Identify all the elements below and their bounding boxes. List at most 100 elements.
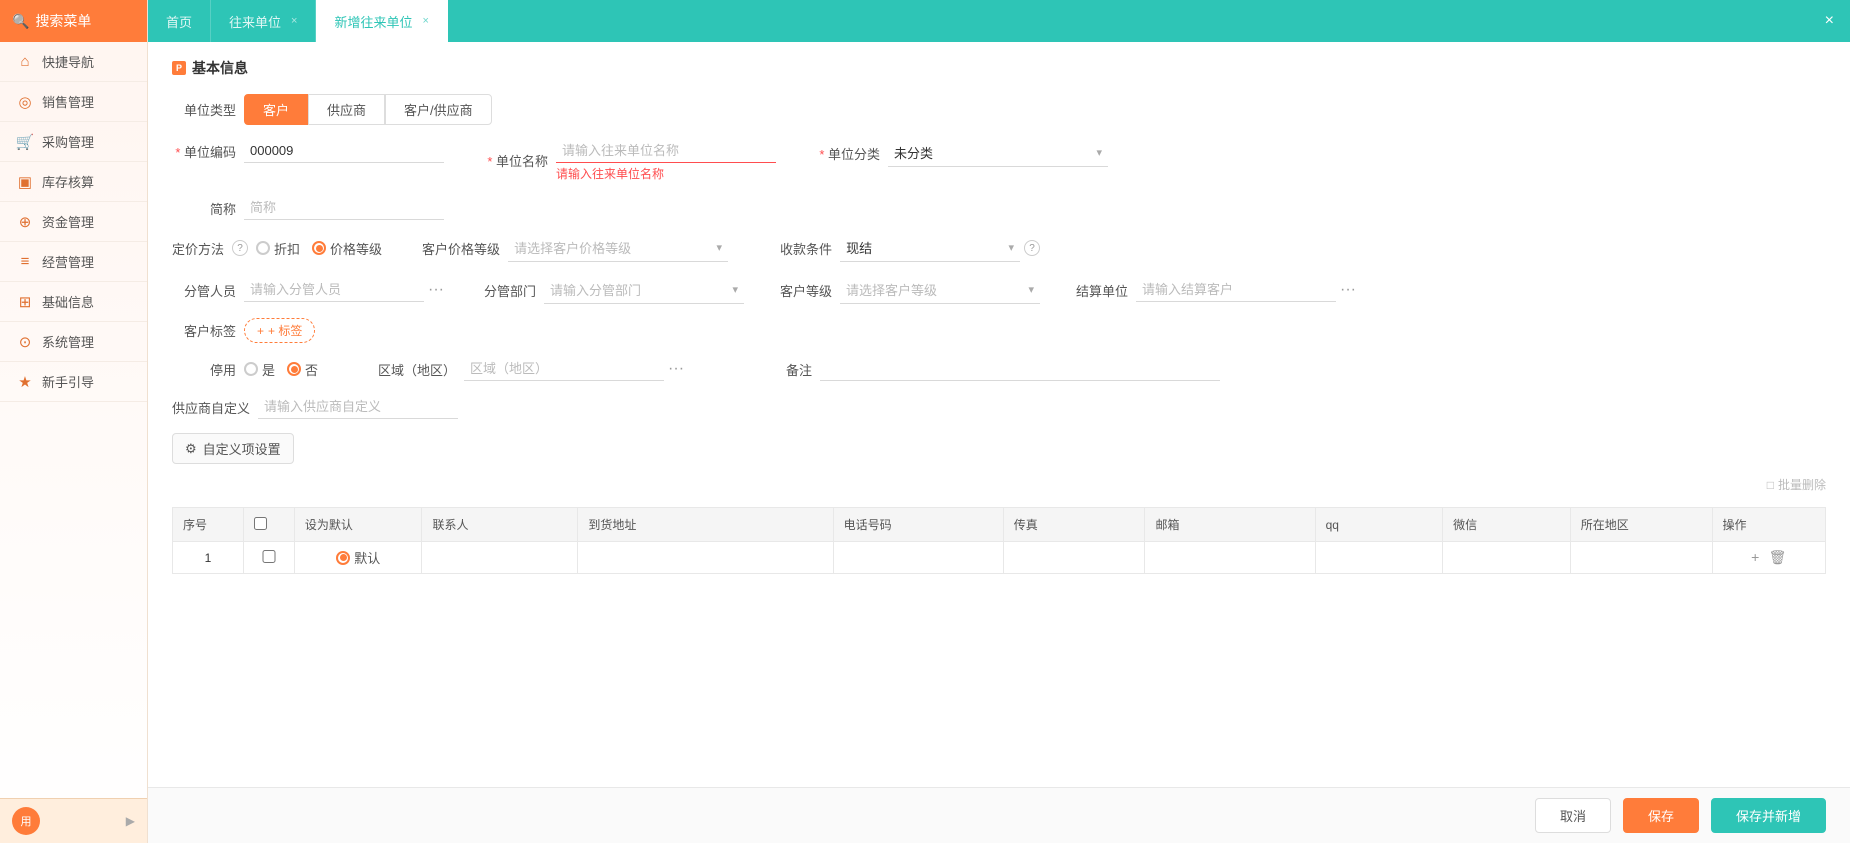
payment-terms-select[interactable]: 现结 ▾ (840, 234, 1020, 262)
save-button[interactable]: 保存 (1623, 798, 1699, 833)
sidebar-item-finance[interactable]: ⊕ 资金管理 (0, 202, 147, 242)
unit-code-label: 单位编码 (172, 142, 244, 161)
select-all-checkbox[interactable] (254, 517, 267, 530)
manager-more-btn[interactable]: ··· (424, 281, 448, 299)
department-select[interactable]: 请输入分管部门 ▾ (544, 276, 744, 304)
th-contact: 联系人 (422, 508, 578, 542)
sidebar-item-basic[interactable]: ⊞ 基础信息 (0, 282, 147, 322)
department-placeholder: 请输入分管部门 (550, 280, 728, 299)
manager-input[interactable] (244, 278, 424, 302)
unit-name-input[interactable] (556, 139, 776, 163)
sidebar-item-guide[interactable]: ★ 新手引导 (0, 362, 147, 402)
customer-price-level-select[interactable]: 请选择客户价格等级 ▾ (508, 234, 728, 262)
payment-terms-help-icon[interactable]: ? (1024, 240, 1040, 256)
basic-icon: ⊞ (16, 293, 34, 311)
th-no: 序号 (173, 508, 244, 542)
disabled-label: 停用 (172, 360, 244, 379)
unit-type-group: 客户 供应商 客户/供应商 (244, 94, 492, 125)
tab-partners-close[interactable]: × (291, 15, 297, 27)
qq-input[interactable] (1326, 551, 1433, 565)
sidebar-item-purchase[interactable]: 🛒 采购管理 (0, 122, 147, 162)
remarks-label: 备注 (748, 360, 820, 379)
wechat-input[interactable] (1453, 551, 1560, 565)
payment-terms-value: 现结 (846, 238, 1004, 257)
row-default-radio[interactable]: 默认 (305, 548, 412, 567)
section-basic-info: P 基本信息 (172, 58, 1826, 78)
delete-row-button[interactable]: 🗑 (1766, 549, 1790, 566)
sidebar-item-label: 销售管理 (42, 92, 94, 111)
pricing-help-icon[interactable]: ? (232, 240, 248, 256)
row-checkbox[interactable] (254, 550, 284, 563)
custom-settings-button[interactable]: ⚙ 自定义项设置 (172, 433, 294, 464)
th-qq: qq (1315, 508, 1443, 542)
sales-icon: ◎ (16, 93, 34, 111)
disabled-no-circle (287, 362, 301, 376)
pricing-level-label: 价格等级 (330, 239, 382, 258)
unit-category-value: 未分类 (894, 143, 1092, 162)
area-more-btn[interactable]: ··· (664, 360, 688, 378)
row-default-label: 默认 (354, 548, 380, 567)
unit-type-both[interactable]: 客户/供应商 (385, 94, 492, 125)
tab-bar: 首页 往来单位 × 新增往来单位 × × (148, 0, 1850, 42)
remarks-input[interactable] (820, 357, 1220, 381)
sidebar-item-sales[interactable]: ◎ 销售管理 (0, 82, 147, 122)
address-input[interactable] (588, 551, 822, 565)
tab-partners-label: 往来单位 (229, 12, 281, 31)
sidebar-item-label: 快捷导航 (42, 52, 94, 71)
chevron-down-icon: ▾ (1096, 146, 1102, 159)
sidebar-item-operations[interactable]: ≡ 经营管理 (0, 242, 147, 282)
unit-code-input[interactable] (244, 139, 444, 163)
batch-delete-button[interactable]: □ 批量删除 (1767, 476, 1826, 493)
inventory-icon: ▣ (16, 173, 34, 191)
customer-level-select[interactable]: 请选择客户等级 ▾ (840, 276, 1040, 304)
cancel-button[interactable]: 取消 (1535, 798, 1611, 833)
tab-new-partner[interactable]: 新增往来单位 × (316, 0, 447, 42)
tab-partners[interactable]: 往来单位 × (211, 0, 316, 42)
unit-type-customer[interactable]: 客户 (244, 94, 308, 125)
add-tag-button[interactable]: + + 标签 (244, 318, 315, 343)
custom-settings-label: 自定义项设置 (203, 439, 281, 458)
area-input[interactable] (464, 357, 664, 381)
td-default: 默认 (294, 542, 422, 574)
th-checkbox (243, 508, 294, 542)
short-name-input[interactable] (244, 196, 444, 220)
unit-type-label: 单位类型 (172, 100, 244, 119)
fax-input[interactable] (1014, 551, 1135, 565)
phone-input[interactable] (844, 551, 993, 565)
form-footer: 取消 保存 保存并新增 (148, 787, 1850, 843)
add-row-button[interactable]: + (1748, 549, 1762, 565)
table-row: 1 默认 (173, 542, 1826, 574)
chevron-down-icon5: ▾ (1028, 283, 1034, 296)
region-input[interactable] (1581, 551, 1702, 565)
sidebar-item-label: 采购管理 (42, 132, 94, 151)
save-new-button[interactable]: 保存并新增 (1711, 798, 1826, 833)
guide-icon: ★ (16, 373, 34, 391)
manager-label: 分管人员 (172, 281, 244, 300)
user-avatar: 用 (12, 807, 40, 835)
pricing-level-radio[interactable]: 价格等级 (312, 239, 382, 258)
td-contact (422, 542, 578, 574)
home-icon: ⌂ (16, 53, 34, 71)
disabled-no-radio[interactable]: 否 (287, 360, 318, 379)
settlement-more-btn[interactable]: ··· (1336, 281, 1360, 299)
supplier-custom-input[interactable] (258, 395, 458, 419)
tab-home[interactable]: 首页 (148, 0, 211, 42)
sidebar-item-quick-nav[interactable]: ⌂ 快捷导航 (0, 42, 147, 82)
tab-new-partner-close[interactable]: × (422, 15, 428, 27)
email-input[interactable] (1155, 551, 1304, 565)
pricing-discount-radio[interactable]: 折扣 (256, 239, 300, 258)
sidebar-item-system[interactable]: ⊙ 系统管理 (0, 322, 147, 362)
disabled-yes-radio[interactable]: 是 (244, 360, 275, 379)
unit-category-select[interactable]: 未分类 ▾ (888, 139, 1108, 167)
settlement-unit-input[interactable] (1136, 278, 1336, 302)
th-default: 设为默认 (294, 508, 422, 542)
sidebar-item-inventory[interactable]: ▣ 库存核算 (0, 162, 147, 202)
sidebar-search[interactable]: 🔍 搜索菜单 (0, 0, 147, 42)
unit-type-supplier[interactable]: 供应商 (308, 94, 385, 125)
contact-input[interactable] (432, 551, 567, 565)
close-all-tabs[interactable]: × (1809, 12, 1850, 30)
expand-icon[interactable]: ▶ (126, 814, 135, 828)
row-default-circle (336, 551, 350, 565)
td-qq (1315, 542, 1443, 574)
sidebar-search-label: 搜索菜单 (35, 11, 91, 31)
